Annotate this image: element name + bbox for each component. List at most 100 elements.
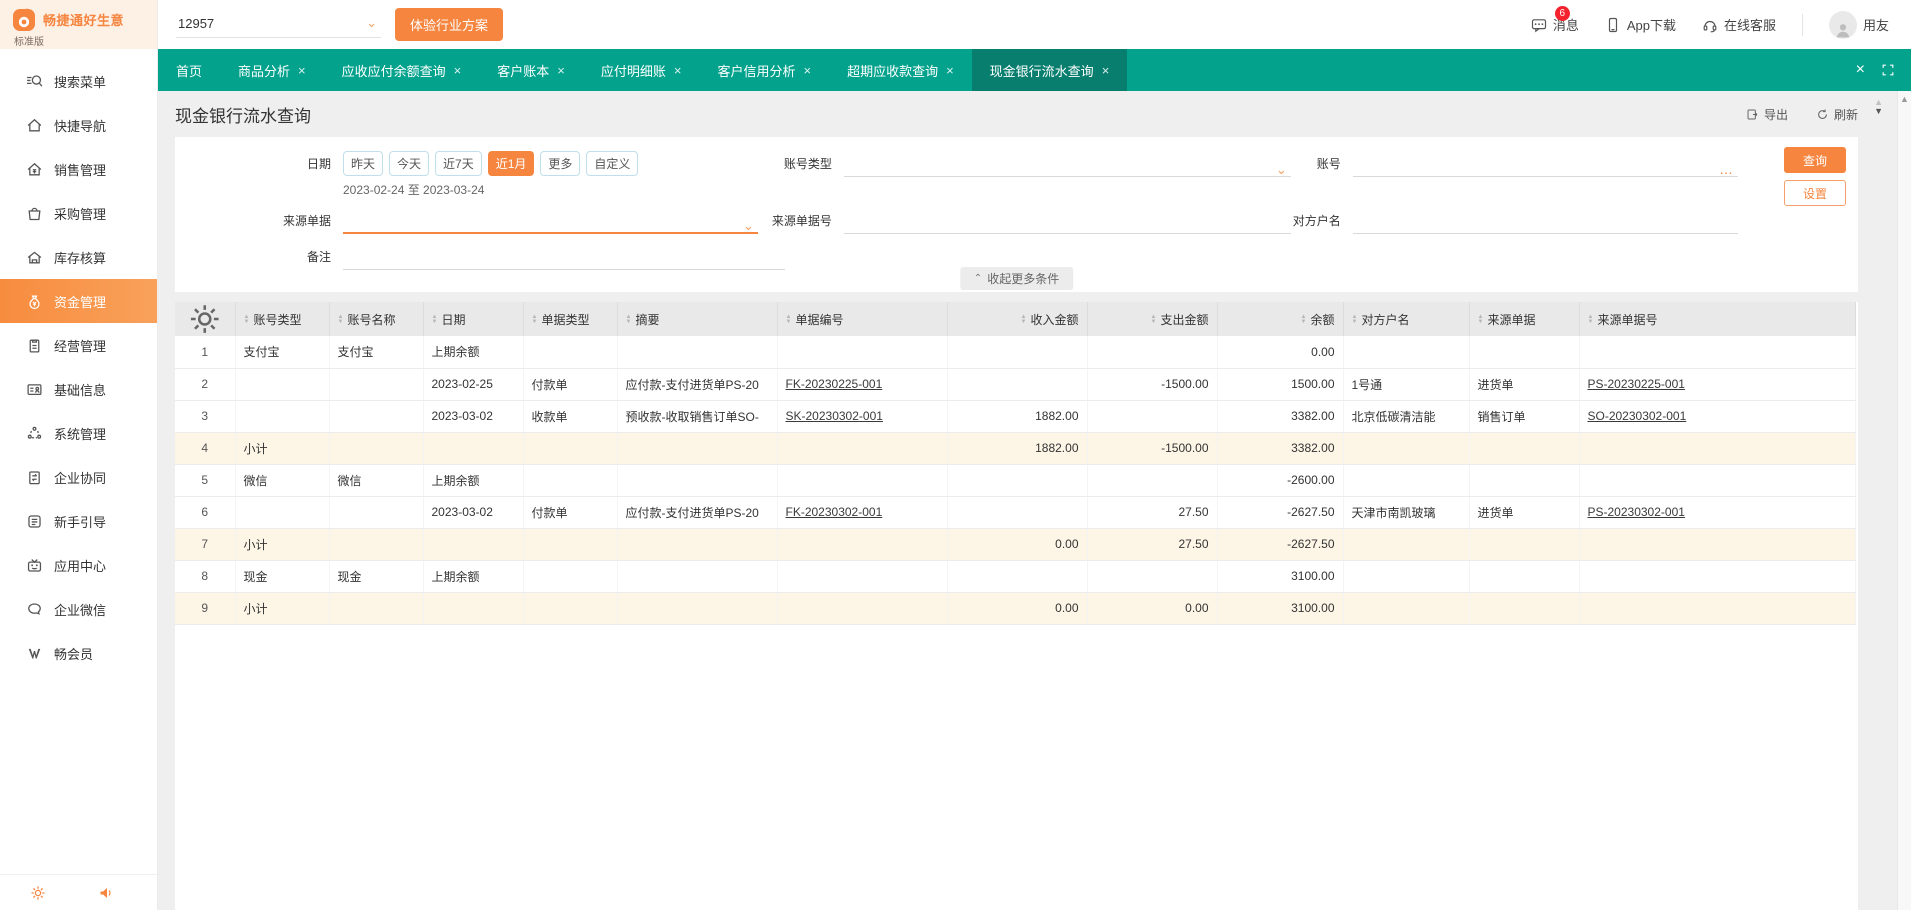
online-service-button[interactable]: 在线客服: [1702, 15, 1776, 34]
date-pill-近1月[interactable]: 近1月: [487, 151, 535, 176]
tab-close-icon[interactable]: ×: [454, 63, 462, 78]
doc-link[interactable]: SK-20230302-001: [786, 409, 883, 423]
appcenter-icon: [26, 557, 43, 574]
date-pill-今天[interactable]: 今天: [389, 151, 430, 176]
party-name-input[interactable]: [1356, 217, 1734, 231]
cell-source-no: [1579, 336, 1856, 369]
tab-close-icon[interactable]: ×: [803, 63, 811, 78]
tab-3[interactable]: 应收应付余额查询 ×: [324, 49, 480, 91]
page-scrollbar[interactable]: ▲: [1897, 91, 1911, 910]
settings-button[interactable]: 设置: [1784, 180, 1846, 206]
sidebar-item-5[interactable]: 库存核算: [0, 235, 157, 279]
sidebar-item-4[interactable]: 采购管理: [0, 191, 157, 235]
messages-button[interactable]: 消息 6: [1531, 6, 1579, 34]
sidebar-item-9[interactable]: 系统管理: [0, 411, 157, 455]
page-header: 现金银行流水查询 导出 刷新: [175, 91, 1858, 137]
sidebar-item-10[interactable]: 企业协同: [0, 455, 157, 499]
party-name-field[interactable]: [1352, 208, 1738, 234]
sidebar-item-7[interactable]: 经营管理: [0, 323, 157, 367]
account-type-input[interactable]: [847, 160, 1276, 174]
source-doc-select[interactable]: ⌄: [343, 208, 758, 234]
column-header-9[interactable]: ▲ ▼ 余额: [1217, 302, 1344, 336]
remark-input[interactable]: [347, 253, 781, 267]
column-header-7[interactable]: ▲ ▼ 收入金额: [947, 302, 1088, 336]
doc-link[interactable]: FK-20230302-001: [786, 505, 883, 519]
refresh-button[interactable]: 刷新: [1816, 106, 1858, 123]
query-button[interactable]: 查询: [1784, 147, 1846, 173]
tab-close-icon[interactable]: ×: [674, 63, 682, 78]
announcement-speaker-icon[interactable]: [98, 885, 114, 901]
tab-close-icon[interactable]: ×: [1102, 63, 1110, 78]
column-header-8[interactable]: ▲ ▼ 支出金额: [1087, 302, 1218, 336]
tab-close-icon[interactable]: ×: [946, 63, 954, 78]
sidebar-item-3[interactable]: 销售管理: [0, 147, 157, 191]
tab-8[interactable]: 现金银行流水查询 ×: [971, 49, 1128, 91]
cell-account-type: [235, 400, 330, 433]
account-input[interactable]: [1356, 160, 1719, 174]
table-row: 6 2023-03-02 付款单 应付款-支付进货单PS-20 FK-20230302-…: [175, 496, 1856, 529]
column-header-12[interactable]: ▲ ▼ 来源单据号: [1579, 302, 1856, 336]
collapse-filters-button[interactable]: ⌃ 收起更多条件: [959, 267, 1074, 290]
sort-arrows-icon: ▲ ▼: [431, 314, 438, 326]
cell-expense: -1500.00: [1087, 368, 1218, 401]
app-download-button[interactable]: App下载: [1605, 15, 1676, 34]
account-type-select[interactable]: ⌄: [843, 151, 1291, 177]
cell-date: 上期余额: [423, 560, 524, 593]
source-doc-no-input[interactable]: [847, 217, 1287, 231]
user-menu[interactable]: 用友: [1828, 10, 1889, 39]
brand-block: 畅捷通好生意 标准版: [0, 0, 157, 49]
chevron-down-icon: ⌄: [1275, 162, 1287, 177]
scrollbar-up-icon[interactable]: ▲: [1900, 94, 1909, 104]
tab-5[interactable]: 应付明细账 ×: [583, 49, 700, 91]
tab-7[interactable]: 超期应收款查询 ×: [829, 49, 972, 91]
remark-field[interactable]: [343, 244, 785, 270]
column-header-6[interactable]: ▲ ▼ 单据编号: [777, 302, 948, 336]
ellipsis-picker-icon[interactable]: …: [1719, 162, 1734, 176]
sidebar-item-13[interactable]: 企业微信: [0, 587, 157, 631]
tab-1[interactable]: 首页: [158, 49, 220, 91]
export-button[interactable]: 导出: [1746, 106, 1788, 123]
fullscreen-icon[interactable]: [1881, 63, 1895, 77]
page-title: 现金银行流水查询: [175, 106, 311, 126]
date-pill-昨天[interactable]: 昨天: [343, 151, 384, 176]
source-doc-no-field[interactable]: [843, 208, 1291, 234]
scroll-down-icon[interactable]: ▼: [1874, 107, 1883, 116]
date-pill-自定义[interactable]: 自定义: [586, 151, 639, 176]
settings-gear-icon[interactable]: [30, 885, 46, 901]
close-all-tabs-icon[interactable]: ×: [1856, 62, 1865, 78]
column-settings-gear[interactable]: [175, 302, 236, 336]
column-header-10[interactable]: ▲ ▼ 对方户名: [1343, 302, 1470, 336]
column-header-11[interactable]: ▲ ▼ 来源单据: [1469, 302, 1580, 336]
account-picker[interactable]: …: [1352, 151, 1738, 177]
tab-2[interactable]: 商品分析 ×: [220, 49, 324, 91]
sidebar-item-2[interactable]: 快捷导航: [0, 103, 157, 147]
column-header-4[interactable]: ▲ ▼ 单据类型: [523, 302, 618, 336]
cell-account-type: 支付宝: [235, 336, 330, 369]
column-header-3[interactable]: ▲ ▼ 日期: [423, 302, 524, 336]
column-header-1[interactable]: ▲ ▼ 账号类型: [235, 302, 330, 336]
doc-link[interactable]: SO-20230302-001: [1588, 409, 1687, 423]
sidebar-item-6[interactable]: 资金管理: [0, 279, 157, 323]
org-select[interactable]: 12957 ⌄: [176, 12, 381, 38]
sidebar-item-8[interactable]: 基础信息: [0, 367, 157, 411]
date-pill-近7天[interactable]: 近7天: [435, 151, 482, 176]
doc-link[interactable]: FK-20230225-001: [786, 377, 883, 391]
doc-link[interactable]: PS-20230302-001: [1588, 505, 1685, 519]
sidebar-item-1[interactable]: 搜索菜单: [0, 59, 157, 103]
tab-close-icon[interactable]: ×: [298, 63, 306, 78]
trial-plan-button[interactable]: 体验行业方案: [395, 8, 504, 41]
tab-6[interactable]: 客户信用分析 ×: [699, 49, 829, 91]
tab-close-icon[interactable]: ×: [557, 63, 565, 78]
sidebar-item-11[interactable]: 新手引导: [0, 499, 157, 543]
doc-link[interactable]: PS-20230225-001: [1588, 377, 1685, 391]
column-header-2[interactable]: ▲ ▼ 账号名称: [329, 302, 424, 336]
source-doc-input[interactable]: [347, 216, 743, 230]
tab-4[interactable]: 客户账本 ×: [479, 49, 583, 91]
column-header-5[interactable]: ▲ ▼ 摘要: [617, 302, 778, 336]
date-range-value[interactable]: 2023-02-24 至 2023-03-24: [343, 181, 638, 198]
date-pill-更多[interactable]: 更多: [540, 151, 581, 176]
sidebar-item-12[interactable]: 应用中心: [0, 543, 157, 587]
cell-expense: [1087, 560, 1218, 593]
sidebar-item-14[interactable]: 畅会员: [0, 631, 157, 675]
table-row-subtotal: 7 小计 0.00 27.50 -2627.50: [175, 528, 1856, 561]
